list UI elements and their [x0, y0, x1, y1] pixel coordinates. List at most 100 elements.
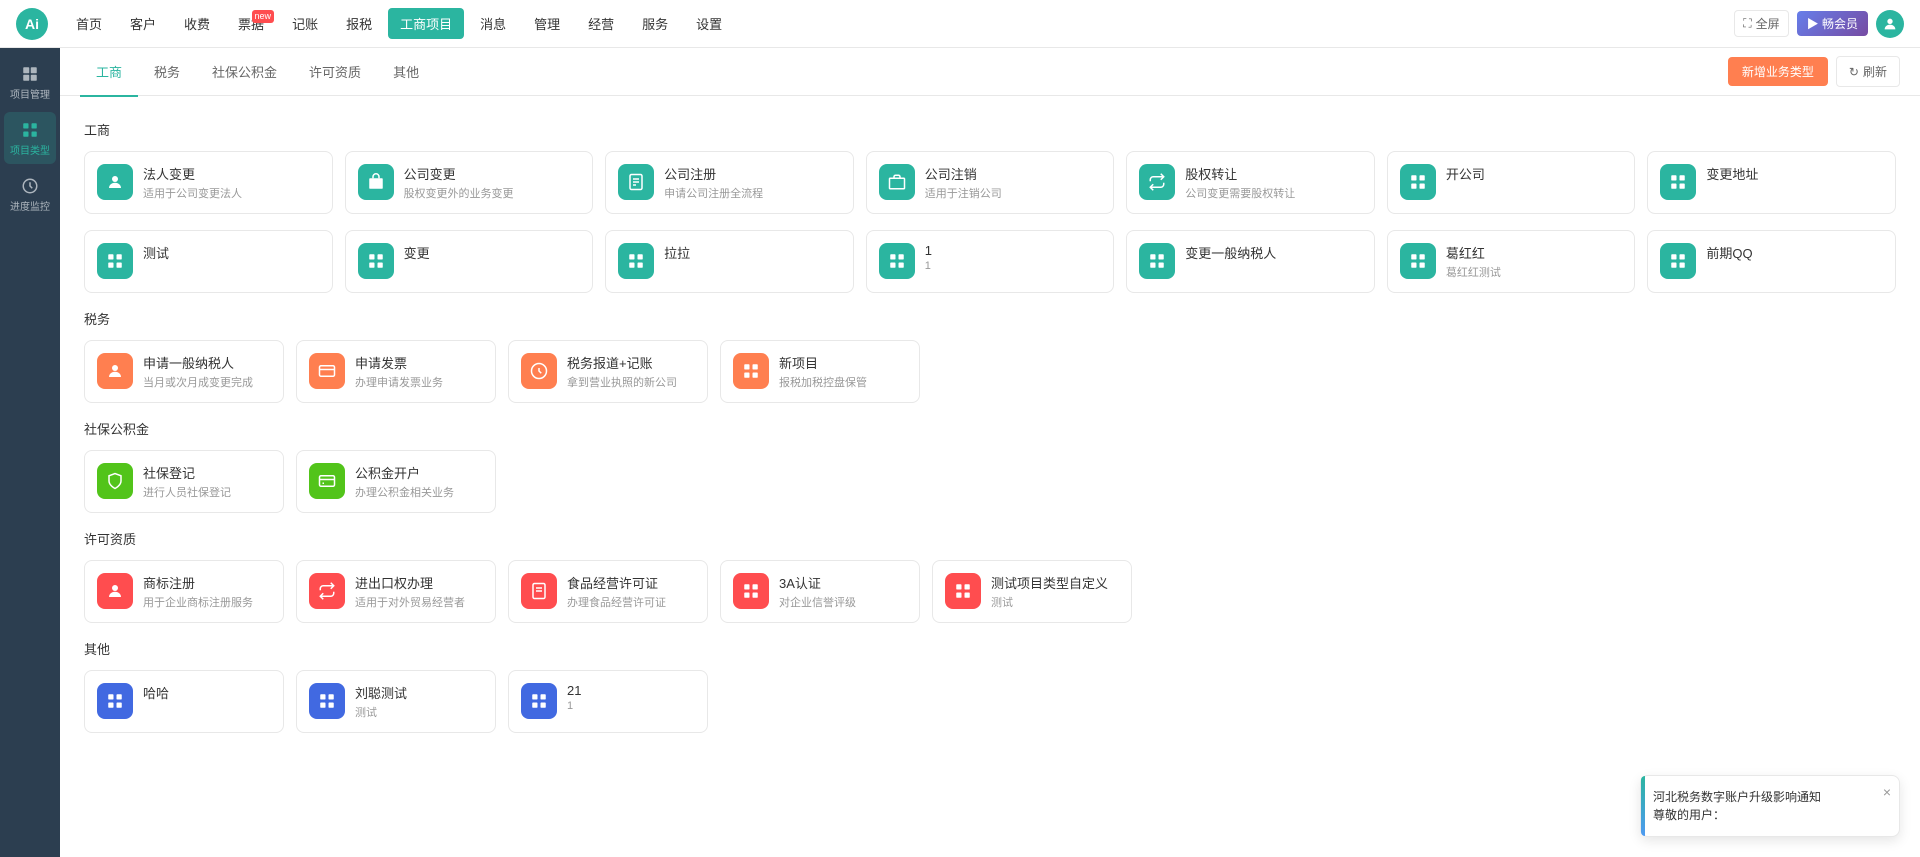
nav-manage[interactable]: 管理 [522, 8, 572, 39]
card-desc: 葛红红测试 [1446, 264, 1623, 280]
card-name: 3A认证 [779, 573, 907, 592]
card-name: 法人变更 [143, 164, 320, 183]
card-gehonghong[interactable]: 葛红红 葛红红测试 [1387, 230, 1636, 293]
project-type-icon [20, 120, 40, 140]
card-shebao-dengji[interactable]: 社保登记 进行人员社保登记 [84, 450, 284, 513]
card-kai-gongsi[interactable]: 开公司 [1387, 151, 1636, 214]
tab-gongshang[interactable]: 工商 [80, 48, 138, 97]
card-new-project[interactable]: 新项目 报税加税控盘保管 [720, 340, 920, 403]
fullscreen-button[interactable]: ⛶ 全屏 [1734, 10, 1788, 37]
nav-fee[interactable]: 收费 [172, 8, 222, 39]
avatar[interactable] [1876, 10, 1904, 38]
card-name: 测试 [143, 243, 320, 262]
card-biangeng2[interactable]: 变更 [345, 230, 594, 293]
card-name: 公司注销 [925, 164, 1102, 183]
card-shangbiao[interactable]: 商标注册 用于企业商标注册服务 [84, 560, 284, 623]
card-name: 测试项目类型自定义 [991, 573, 1119, 592]
card-shuiwu-baodao[interactable]: 税务报道+记账 拿到营业执照的新公司 [508, 340, 708, 403]
tab-shebao[interactable]: 社保公积金 [196, 48, 293, 97]
member-button[interactable]: ▶ 畅会员 [1797, 11, 1868, 36]
section-title-xuke: 许可资质 [84, 529, 1896, 548]
card-faziren-biangeng[interactable]: 法人变更 适用于公司变更法人 [84, 151, 333, 214]
card-haha[interactable]: 哈哈 [84, 670, 284, 733]
card-desc: 办理申请发票业务 [355, 374, 483, 390]
card-gongsi-zhuce[interactable]: 公司注册 申请公司注册全流程 [605, 151, 854, 214]
card-test-type[interactable]: 测试项目类型自定义 测试 [932, 560, 1132, 623]
card-ceshi[interactable]: 测试 [84, 230, 333, 293]
card-icon-fp [309, 353, 345, 389]
nav-message[interactable]: 消息 [468, 8, 518, 39]
sidebar-label-project-type: 项目类型 [10, 142, 50, 157]
card-desc: 适用于注销公司 [925, 185, 1102, 201]
notif-close-button[interactable]: × [1883, 784, 1891, 800]
card-icon-nshuiren [1139, 243, 1175, 279]
tab-xuke[interactable]: 许可资质 [293, 48, 377, 97]
card-name: 1 [925, 243, 1102, 258]
card-21[interactable]: 21 1 [508, 670, 708, 733]
card-icon-one [879, 243, 915, 279]
gongshang-cards-row1: 法人变更 适用于公司变更法人 公司变更 股权变更外的业务变更 [84, 151, 1896, 214]
card-icon-shebao [97, 463, 133, 499]
card-icon-kai [1400, 164, 1436, 200]
card-guquan-zhuanrang[interactable]: 股权转让 公司变更需要股权转让 [1126, 151, 1375, 214]
card-desc: 用于企业商标注册服务 [143, 594, 271, 610]
card-desc: 对企业信誉评级 [779, 594, 907, 610]
top-navigation: Ai 首页 客户 收费 票据new 记账 报税 工商项目 消息 管理 经营 服务… [0, 0, 1920, 48]
notif-decoration [1641, 776, 1645, 836]
card-desc: 1 [925, 260, 1102, 272]
card-desc: 拿到营业执照的新公司 [567, 374, 695, 390]
card-biangeng-납shuiren[interactable]: 变更一般纳税人 [1126, 230, 1375, 293]
nav-bookkeeping[interactable]: 记账 [280, 8, 330, 39]
nav-business[interactable]: 工商项目 [388, 8, 464, 39]
card-name: 变更地址 [1706, 164, 1883, 183]
card-name: 21 [567, 683, 695, 698]
card-desc: 进行人员社保登记 [143, 484, 271, 500]
refresh-button[interactable]: ↻ 刷新 [1836, 56, 1900, 87]
card-one[interactable]: 1 1 [866, 230, 1115, 293]
card-name: 公积金开户 [355, 463, 483, 482]
content-area: 工商 税务 社保公积金 许可资质 其他 新增业务类型 ↻ 刷新 工商 [60, 48, 1920, 857]
card-3a[interactable]: 3A认证 对企业信誉评级 [720, 560, 920, 623]
shebao-cards: 社保登记 进行人员社保登记 公积金开户 办理公积金相关业务 [84, 450, 1896, 513]
sidebar: 项目管理 项目类型 进度监控 [0, 48, 60, 857]
card-shenqing-fapiao[interactable]: 申请发票 办理申请发票业务 [296, 340, 496, 403]
card-shipin[interactable]: 食品经营许可证 办理食品经营许可证 [508, 560, 708, 623]
card-icon-ghh [1400, 243, 1436, 279]
card-liucong[interactable]: 刘聪测试 测试 [296, 670, 496, 733]
card-icon-jck [309, 573, 345, 609]
nav-home[interactable]: 首页 [64, 8, 114, 39]
card-lala[interactable]: 拉拉 [605, 230, 854, 293]
nav-settings[interactable]: 设置 [684, 8, 734, 39]
nav-tax[interactable]: 报税 [334, 8, 384, 39]
card-icon-lala [618, 243, 654, 279]
page-content: 工商 法人变更 适用于公司变更法人 公司变更 [60, 96, 1920, 857]
nav-operation[interactable]: 经营 [576, 8, 626, 39]
card-gongsi-zhuxiao[interactable]: 公司注销 适用于注销公司 [866, 151, 1115, 214]
xuke-cards: 商标注册 用于企业商标注册服务 进出口权办理 适用于对外贸易经营者 [84, 560, 1896, 623]
card-jinchuko[interactable]: 进出口权办理 适用于对外贸易经营者 [296, 560, 496, 623]
card-icon-bg2 [358, 243, 394, 279]
card-shenqing-납shuiren[interactable]: 申请一般纳税人 当月或次月成变更完成 [84, 340, 284, 403]
card-icon-ceshi [97, 243, 133, 279]
card-icon-3a [733, 573, 769, 609]
logo: Ai [16, 8, 48, 40]
card-icon-new [733, 353, 769, 389]
fullscreen-icon: ⛶ [1743, 16, 1751, 31]
sidebar-item-progress[interactable]: 进度监控 [4, 168, 56, 220]
card-icon-lc [309, 683, 345, 719]
nav-invoice[interactable]: 票据new [226, 8, 276, 39]
tab-qita[interactable]: 其他 [377, 48, 435, 97]
sidebar-item-project-type[interactable]: 项目类型 [4, 112, 56, 164]
nav-service[interactable]: 服务 [630, 8, 680, 39]
card-name: 前期QQ [1706, 243, 1883, 262]
card-gongjijin-kaihu[interactable]: 公积金开户 办理公积金相关业务 [296, 450, 496, 513]
card-biangeng-dizhi[interactable]: 变更地址 [1647, 151, 1896, 214]
sidebar-item-project-manage[interactable]: 项目管理 [4, 56, 56, 108]
card-qianqi-qq[interactable]: 前期QQ [1647, 230, 1896, 293]
card-gongsi-biangeng[interactable]: 公司变更 股权变更外的业务变更 [345, 151, 594, 214]
card-name: 新项目 [779, 353, 907, 372]
nav-customer[interactable]: 客户 [118, 8, 168, 39]
card-name: 股权转让 [1185, 164, 1362, 183]
tab-shuiwu[interactable]: 税务 [138, 48, 196, 97]
new-type-button[interactable]: 新增业务类型 [1728, 57, 1828, 86]
